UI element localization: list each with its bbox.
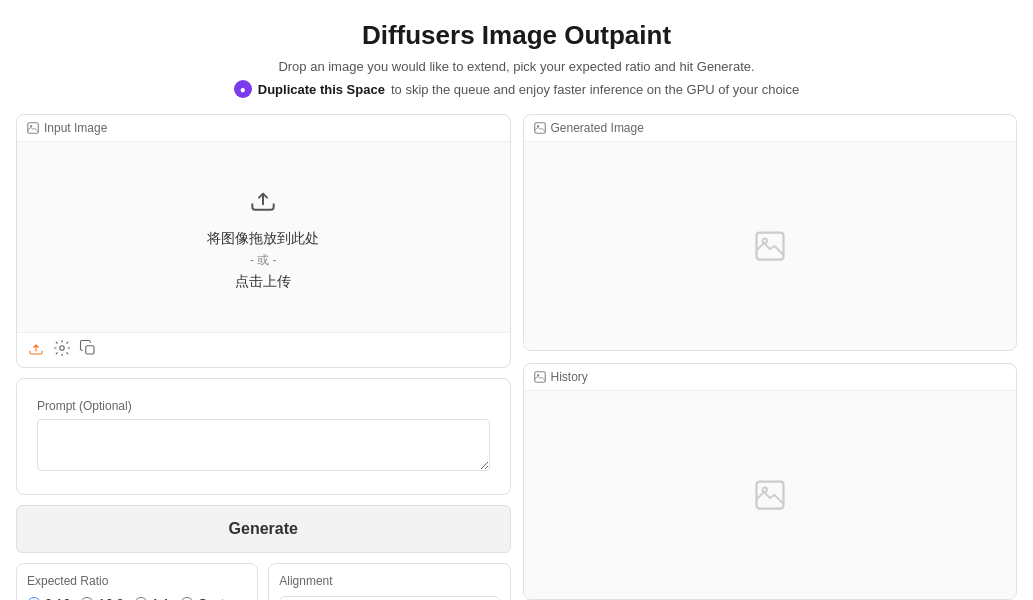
- left-column: Input Image 将图像拖放到此处 - 或 - 点击上传: [16, 114, 511, 600]
- upload-icon: [247, 183, 279, 222]
- ratio-option-916[interactable]: 9:16: [27, 596, 70, 600]
- ratio-radio-group: 9:16 16:9 1:1 Custom: [27, 596, 247, 600]
- settings-toolbar-icon[interactable]: [53, 339, 71, 361]
- history-label: History: [524, 364, 1017, 391]
- alignment-select[interactable]: Middle Top Bottom Left Right: [279, 596, 499, 600]
- duplicate-link[interactable]: Duplicate this Space: [258, 82, 385, 97]
- upload-click-text: 点击上传: [235, 273, 291, 291]
- ratio-option-11[interactable]: 1:1: [134, 596, 170, 600]
- ratio-radio-11[interactable]: [134, 597, 148, 601]
- generated-label-icon: [534, 122, 546, 134]
- svg-rect-0: [28, 123, 39, 134]
- upload-area[interactable]: 将图像拖放到此处 - 或 - 点击上传: [17, 142, 510, 332]
- page-title: Diffusers Image Outpaint: [16, 20, 1017, 51]
- generated-placeholder-icon: [752, 228, 788, 264]
- generated-image-placeholder: [524, 142, 1017, 350]
- svg-point-5: [537, 125, 539, 127]
- alignment-section: Alignment Middle Top Bottom Left Right: [268, 563, 510, 600]
- history-label-icon: [534, 371, 546, 383]
- svg-point-1: [30, 125, 32, 127]
- upload-or-text: - 或 -: [250, 252, 277, 269]
- main-layout: Input Image 将图像拖放到此处 - 或 - 点击上传: [16, 114, 1017, 600]
- history-image-placeholder: [524, 391, 1017, 599]
- page-subtitle: Drop an image you would like to extend, …: [16, 59, 1017, 74]
- upload-main-text: 将图像拖放到此处: [207, 230, 319, 248]
- ratio-radio-916[interactable]: [27, 597, 41, 601]
- generated-image-panel: Generated Image: [523, 114, 1018, 351]
- copy-toolbar-icon[interactable]: [79, 339, 97, 361]
- ratio-option-169[interactable]: 16:9: [80, 596, 123, 600]
- duplicate-icon: ●: [234, 80, 252, 98]
- history-placeholder-icon: [752, 477, 788, 513]
- duplicate-bar: ● Duplicate this Space to skip the queue…: [16, 80, 1017, 98]
- svg-rect-8: [534, 372, 545, 383]
- generated-image-label: Generated Image: [524, 115, 1017, 142]
- ratio-alignment-row: Expected Ratio 9:16 16:9 1:1: [16, 563, 511, 600]
- duplicate-suffix: to skip the queue and enjoy faster infer…: [391, 82, 799, 97]
- svg-rect-3: [86, 346, 94, 354]
- ratio-section: Expected Ratio 9:16 16:9 1:1: [16, 563, 258, 600]
- svg-rect-4: [534, 123, 545, 134]
- svg-point-11: [762, 488, 767, 493]
- prompt-label: Prompt (Optional): [37, 399, 490, 413]
- upload-toolbar-icon[interactable]: [27, 339, 45, 361]
- svg-point-2: [60, 346, 65, 351]
- image-label-icon: [27, 122, 39, 134]
- generate-button[interactable]: Generate: [16, 505, 511, 553]
- ratio-label: Expected Ratio: [27, 574, 247, 588]
- input-image-label: Input Image: [17, 115, 510, 142]
- right-column: Generated Image: [523, 114, 1018, 600]
- prompt-textarea[interactable]: [37, 419, 490, 471]
- input-image-panel: Input Image 将图像拖放到此处 - 或 - 点击上传: [16, 114, 511, 368]
- ratio-radio-169[interactable]: [80, 597, 94, 601]
- prompt-section: Prompt (Optional): [16, 378, 511, 495]
- ratio-option-custom[interactable]: Custom: [180, 596, 243, 600]
- history-panel: History: [523, 363, 1018, 600]
- upload-toolbar: [17, 332, 510, 367]
- svg-point-9: [537, 374, 539, 376]
- alignment-label: Alignment: [279, 574, 499, 588]
- ratio-radio-custom[interactable]: [180, 597, 194, 601]
- svg-point-7: [762, 239, 767, 244]
